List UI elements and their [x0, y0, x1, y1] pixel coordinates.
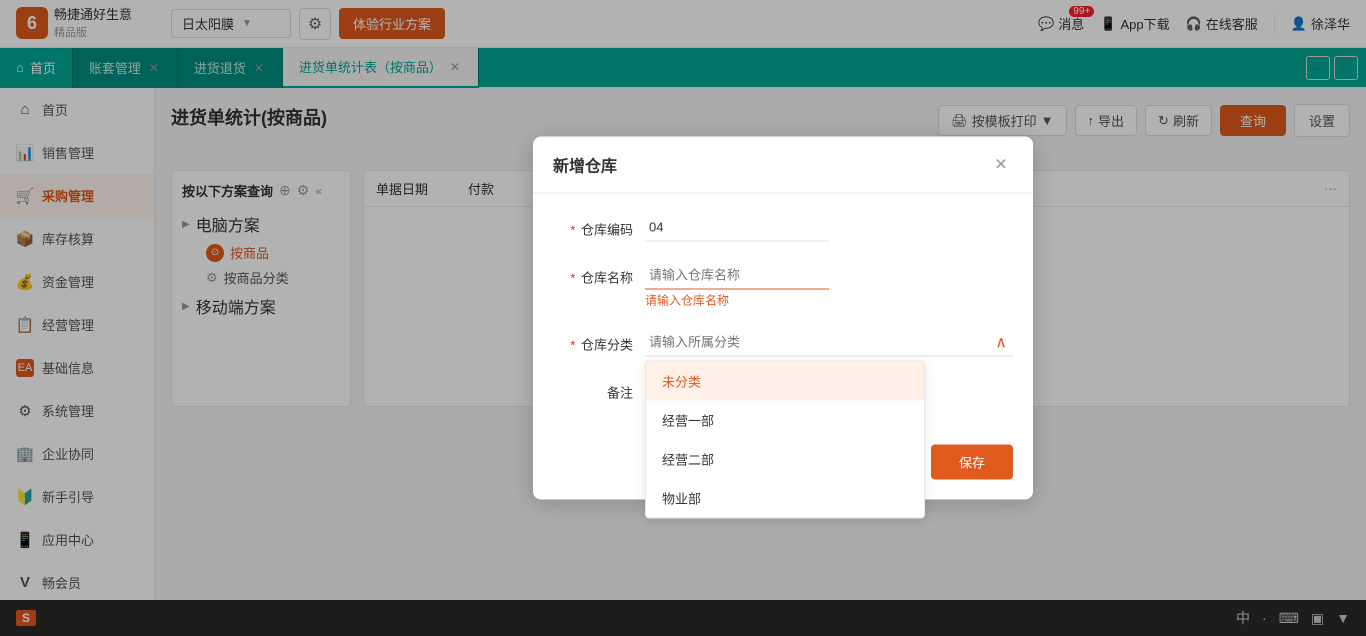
name-label: * 仓库名称 — [553, 262, 633, 287]
modal-title: 新增仓库 — [553, 153, 617, 177]
new-warehouse-modal: 新增仓库 ✕ * 仓库编码 * 仓库名称 请输入仓库名称 — [533, 137, 1033, 500]
category-dropdown: 未分类 经营一部 经营二部 物业部 — [645, 361, 925, 519]
code-field — [645, 214, 1013, 242]
code-label: * 仓库编码 — [553, 214, 633, 239]
dropdown-item-uncategorized[interactable]: 未分类 — [646, 362, 924, 401]
code-input[interactable] — [645, 214, 829, 242]
category-label: * 仓库分类 — [553, 329, 633, 354]
form-row-name: * 仓库名称 请输入仓库名称 — [553, 262, 1013, 309]
name-input[interactable] — [645, 262, 829, 290]
modal-body: * 仓库编码 * 仓库名称 请输入仓库名称 * 仓库分类 — [533, 194, 1033, 435]
dropdown-item-dept2[interactable]: 经营二部 — [646, 440, 924, 479]
notes-label: 备注 — [553, 377, 633, 402]
category-input[interactable] — [645, 329, 1013, 357]
category-select-field: ∧ 未分类 经营一部 经营二部 物业部 — [645, 329, 1013, 357]
name-field: 请输入仓库名称 — [645, 262, 1013, 309]
name-error-msg: 请输入仓库名称 — [645, 292, 1013, 309]
form-row-category: * 仓库分类 ∧ 未分类 经营一部 经营二部 物业部 — [553, 329, 1013, 357]
dropdown-item-dept1[interactable]: 经营一部 — [646, 401, 924, 440]
dropdown-item-dept3[interactable]: 物业部 — [646, 479, 924, 518]
modal-header: 新增仓库 ✕ — [533, 137, 1033, 194]
modal-close-button[interactable]: ✕ — [989, 153, 1013, 177]
form-row-code: * 仓库编码 — [553, 214, 1013, 242]
save-button[interactable]: 保存 — [931, 445, 1013, 480]
chevron-up-icon[interactable]: ∧ — [995, 333, 1007, 353]
